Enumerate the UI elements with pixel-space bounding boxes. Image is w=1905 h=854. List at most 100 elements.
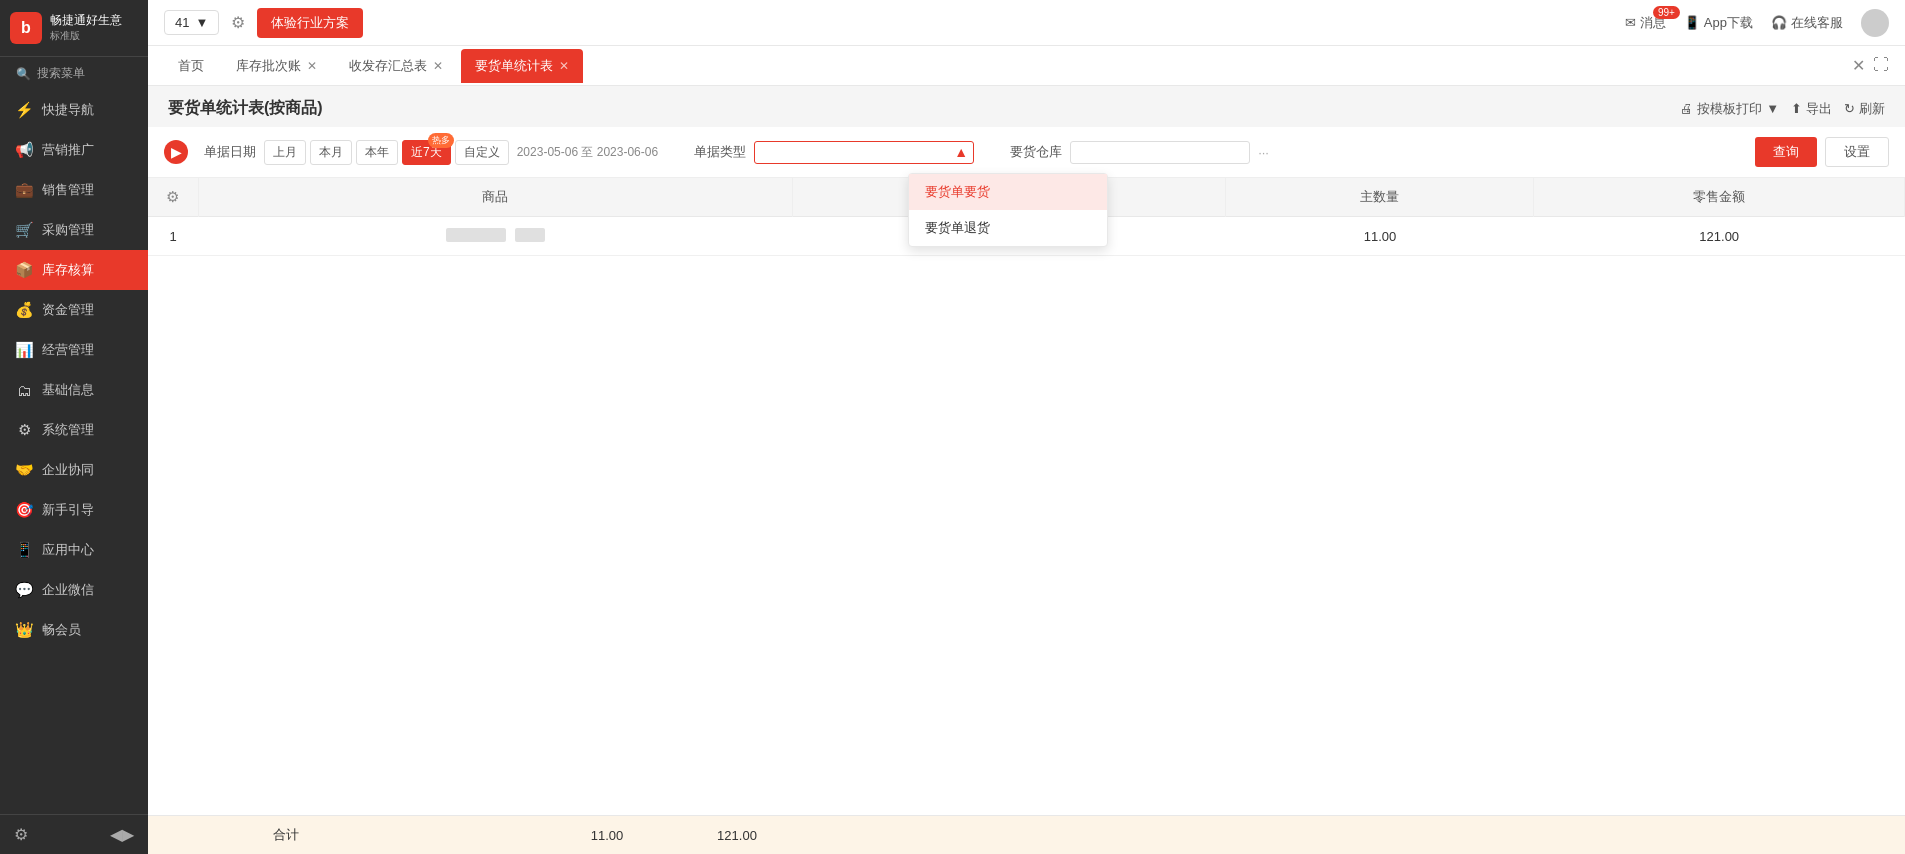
dropdown-item-order-return[interactable]: 要货单退货 bbox=[909, 210, 1107, 246]
topbar-right: ✉ 消息 99+ 📱 App下载 🎧 在线客服 bbox=[1625, 9, 1889, 37]
workspace-selector[interactable]: 41 ▼ bbox=[164, 10, 219, 35]
print-template-button[interactable]: 🖨 按模板打印 ▼ bbox=[1680, 100, 1779, 118]
product-placeholder2 bbox=[515, 228, 545, 242]
sidebar-item-basic[interactable]: 🗂 基础信息 bbox=[0, 370, 148, 410]
filter-actions: 查询 设置 bbox=[1755, 137, 1889, 167]
app-version: 标准版 bbox=[50, 29, 122, 43]
refresh-label: 刷新 bbox=[1859, 100, 1885, 118]
date-this-year[interactable]: 本年 bbox=[356, 140, 398, 165]
sidebar-item-label: 采购管理 bbox=[42, 221, 94, 239]
warehouse-more-icon[interactable]: ··· bbox=[1258, 145, 1269, 160]
tab-receivable-summary[interactable]: 收发存汇总表 ✕ bbox=[335, 49, 457, 83]
close-all-icon[interactable]: ✕ bbox=[1852, 56, 1865, 75]
cell-amount: 121.00 bbox=[1534, 217, 1905, 256]
date-label: 单据日期 bbox=[204, 143, 256, 161]
query-button[interactable]: 查询 bbox=[1755, 137, 1817, 167]
tabbar-actions: ✕ ⛶ bbox=[1852, 56, 1889, 75]
sidebar-item-label: 企业协同 bbox=[42, 461, 94, 479]
sidebar-item-label: 库存核算 bbox=[42, 261, 94, 279]
content-area: 要货单统计表(按商品) 🖨 按模板打印 ▼ ⬆ 导出 ↻ 刷新 bbox=[148, 86, 1905, 854]
wechat-icon: 💬 bbox=[14, 580, 34, 600]
tab-inventory-batch[interactable]: 库存批次账 ✕ bbox=[222, 49, 331, 83]
sidebar-item-label: 资金管理 bbox=[42, 301, 94, 319]
collapse-icon[interactable]: ◀▶ bbox=[110, 825, 134, 844]
page-title: 要货单统计表(按商品) bbox=[168, 98, 323, 119]
dropdown-item-order-goods[interactable]: 要货单要货 bbox=[909, 174, 1107, 210]
sidebar-item-guide[interactable]: 🎯 新手引导 bbox=[0, 490, 148, 530]
sidebar-item-label: 营销推广 bbox=[42, 141, 94, 159]
messages-button[interactable]: ✉ 消息 99+ bbox=[1625, 14, 1666, 32]
member-icon: 👑 bbox=[14, 620, 34, 640]
type-filter-group: 单据类型 ▲ bbox=[694, 141, 974, 164]
export-button[interactable]: ⬆ 导出 bbox=[1791, 100, 1832, 118]
sidebar-item-wechat[interactable]: 💬 企业微信 bbox=[0, 570, 148, 610]
cell-quantity: 11.00 bbox=[1226, 217, 1534, 256]
guide-icon: 🎯 bbox=[14, 500, 34, 520]
date-last-7-days[interactable]: 近7天 热多 bbox=[402, 140, 451, 165]
type-select-input[interactable] bbox=[754, 141, 974, 164]
search-menu[interactable]: 🔍 搜索菜单 bbox=[0, 57, 148, 90]
date-this-month[interactable]: 本月 bbox=[310, 140, 352, 165]
sidebar-item-label: 快捷导航 bbox=[42, 101, 94, 119]
print-template-label: 按模板打印 bbox=[1697, 100, 1762, 118]
tab-home[interactable]: 首页 bbox=[164, 49, 218, 83]
sidebar-item-finance[interactable]: 💰 资金管理 bbox=[0, 290, 148, 330]
sidebar-item-purchase[interactable]: 🛒 采购管理 bbox=[0, 210, 148, 250]
type-label: 单据类型 bbox=[694, 143, 746, 161]
setting-button[interactable]: 设置 bbox=[1825, 137, 1889, 167]
app-download-button[interactable]: 📱 App下载 bbox=[1684, 14, 1753, 32]
cell-product bbox=[198, 217, 793, 256]
date-last-month[interactable]: 上月 bbox=[264, 140, 306, 165]
user-avatar[interactable] bbox=[1861, 9, 1889, 37]
export-icon: ⬆ bbox=[1791, 101, 1802, 116]
sidebar-item-label: 销售管理 bbox=[42, 181, 94, 199]
col-product: 商品 bbox=[198, 178, 793, 217]
refresh-icon: ↻ bbox=[1844, 101, 1855, 116]
chevron-down-icon: ▼ bbox=[195, 15, 208, 30]
expand-icon[interactable]: ⛶ bbox=[1873, 56, 1889, 75]
print-icon: 🖨 bbox=[1680, 101, 1693, 116]
footer-total-label: 合计 bbox=[160, 826, 412, 844]
app-download-label: App下载 bbox=[1704, 14, 1753, 32]
date-custom[interactable]: 自定义 bbox=[455, 140, 509, 165]
sidebar-nav: ⚡ 快捷导航 📢 营销推广 💼 销售管理 🛒 采购管理 📦 库存核算 💰 资金管… bbox=[0, 90, 148, 814]
type-select-wrapper: ▲ bbox=[754, 141, 974, 164]
sales-icon: 💼 bbox=[14, 180, 34, 200]
sidebar-item-appstore[interactable]: 📱 应用中心 bbox=[0, 530, 148, 570]
footer-quantity: 11.00 bbox=[542, 828, 672, 843]
tabbar: 首页 库存批次账 ✕ 收发存汇总表 ✕ 要货单统计表 ✕ ✕ ⛶ bbox=[148, 46, 1905, 86]
settings-icon[interactable]: ⚙ bbox=[14, 825, 28, 844]
main-area: 41 ▼ ⚙ 体验行业方案 ✉ 消息 99+ 📱 App下载 🎧 在线客服 bbox=[148, 0, 1905, 854]
system-icon: ⚙ bbox=[14, 420, 34, 440]
sidebar-item-inventory[interactable]: 📦 库存核算 bbox=[0, 250, 148, 290]
sidebar-item-quick-nav[interactable]: ⚡ 快捷导航 bbox=[0, 90, 148, 130]
online-service-button[interactable]: 🎧 在线客服 bbox=[1771, 14, 1843, 32]
refresh-button[interactable]: ↻ 刷新 bbox=[1844, 100, 1885, 118]
settings-gear-icon[interactable]: ⚙ bbox=[231, 13, 245, 32]
sidebar-item-sales[interactable]: 💼 销售管理 bbox=[0, 170, 148, 210]
tab-order-summary-label: 要货单统计表 bbox=[475, 57, 553, 75]
sidebar-item-operation[interactable]: 📊 经营管理 bbox=[0, 330, 148, 370]
workspace-number: 41 bbox=[175, 15, 189, 30]
sidebar-item-marketing[interactable]: 📢 营销推广 bbox=[0, 130, 148, 170]
sidebar-item-system[interactable]: ⚙ 系统管理 bbox=[0, 410, 148, 450]
sidebar-item-label: 企业微信 bbox=[42, 581, 94, 599]
sidebar-item-label: 畅会员 bbox=[42, 621, 81, 639]
tab-home-label: 首页 bbox=[178, 57, 204, 75]
message-icon: ✉ bbox=[1625, 15, 1636, 30]
col-settings[interactable]: ⚙ bbox=[148, 178, 198, 217]
close-icon[interactable]: ✕ bbox=[559, 59, 569, 73]
close-icon[interactable]: ✕ bbox=[307, 59, 317, 73]
trial-button[interactable]: 体验行业方案 bbox=[257, 8, 363, 38]
type-dropdown-menu: 要货单要货 要货单退货 bbox=[908, 173, 1108, 247]
col-amount: 零售金额 bbox=[1534, 178, 1905, 217]
filter-expand-button[interactable]: ▶ bbox=[164, 140, 188, 164]
column-settings-icon[interactable]: ⚙ bbox=[166, 188, 179, 205]
sidebar-footer: ⚙ ◀▶ bbox=[0, 814, 148, 854]
sidebar-item-member[interactable]: 👑 畅会员 bbox=[0, 610, 148, 650]
basic-icon: 🗂 bbox=[14, 380, 34, 400]
warehouse-input[interactable] bbox=[1070, 141, 1250, 164]
tab-order-summary[interactable]: 要货单统计表 ✕ bbox=[461, 49, 583, 83]
close-icon[interactable]: ✕ bbox=[433, 59, 443, 73]
sidebar-item-enterprise[interactable]: 🤝 企业协同 bbox=[0, 450, 148, 490]
